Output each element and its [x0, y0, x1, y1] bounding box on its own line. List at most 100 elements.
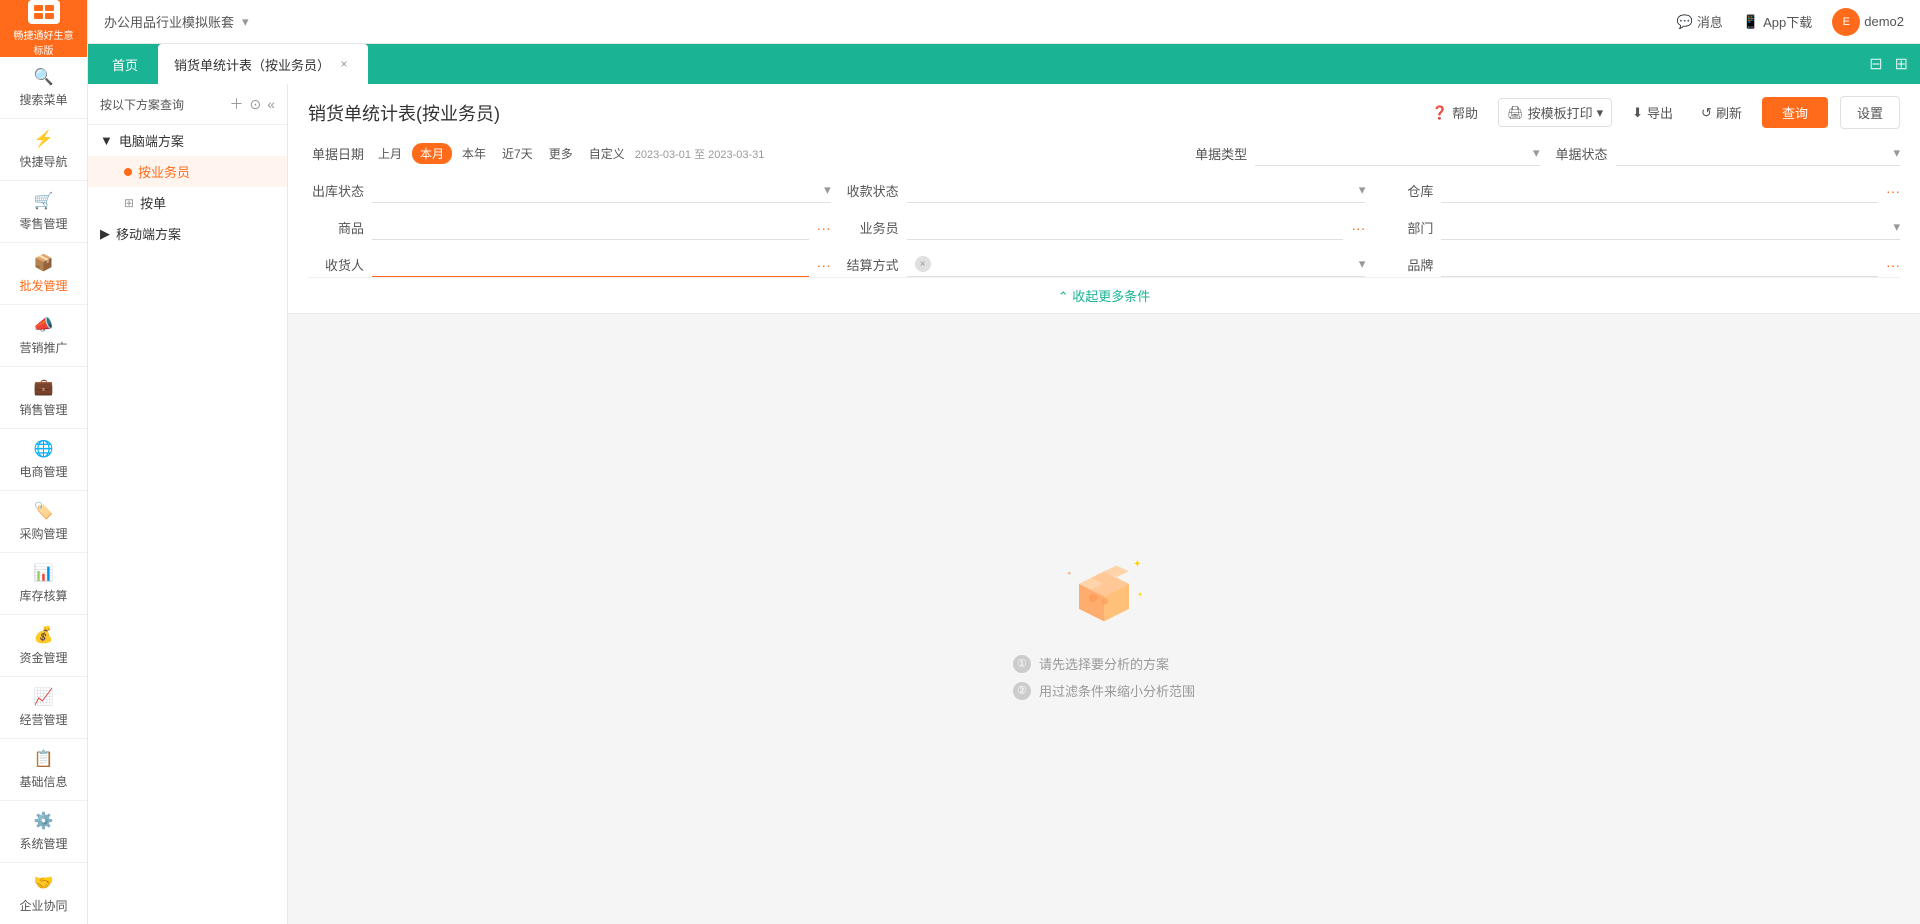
payment-select[interactable]: ▾	[907, 178, 1366, 203]
content-area: 按以下方案查询 ＋ ⊙ « ▼ 电脑端方案 按业务员 ⊞	[88, 84, 1920, 924]
brand-input[interactable]	[1441, 253, 1878, 277]
export-button[interactable]: ⬇ 导出	[1624, 99, 1681, 126]
edit-scheme-button[interactable]: ⊙	[249, 96, 261, 113]
goods-input[interactable]	[372, 216, 809, 240]
collapse-conditions-button[interactable]: ⌃ 收起更多条件	[308, 277, 1900, 313]
avatar: E	[1832, 8, 1860, 36]
filter-brand: 品牌 ···	[1377, 253, 1900, 277]
empty-hints: ① 请先选择要分析的方案 ② 用过滤条件来缩小分析范围	[1013, 654, 1195, 700]
date-tab-more[interactable]: 更多	[543, 143, 579, 164]
query-button[interactable]: 查询	[1762, 97, 1828, 128]
date-tab-custom[interactable]: 自定义	[583, 143, 631, 164]
sidebar-item-ecommerce[interactable]: 🌐 电商管理	[0, 429, 88, 491]
retail-icon: 🛒	[34, 191, 54, 211]
receiver-more-button[interactable]: ···	[817, 257, 831, 273]
sidebar-item-label: 基础信息	[19, 773, 67, 790]
basic-icon: 📋	[34, 749, 54, 769]
filter-row-2: 出库状态 ▾ 收款状态 ▾	[308, 178, 1900, 203]
app-download-label: App下载	[1763, 12, 1812, 31]
date-tab-thisyear[interactable]: 本年	[456, 143, 492, 164]
doctype-select[interactable]: ▾	[1255, 141, 1539, 166]
dept-dropdown-icon: ▾	[1893, 219, 1900, 235]
sidebar-item-enterprise[interactable]: 🤝 企业协同	[0, 863, 88, 924]
filter-receiver: 收货人 ···	[308, 253, 831, 277]
message-button[interactable]: 💬 消息	[1677, 12, 1723, 31]
settlement-select[interactable]: × ▾	[907, 252, 1366, 277]
settings-button[interactable]: 设置	[1840, 96, 1900, 129]
tree-child-salesperson[interactable]: 按业务员	[88, 156, 287, 187]
goods-more-button[interactable]: ···	[817, 220, 831, 236]
dept-select[interactable]: ▾	[1441, 215, 1900, 240]
date-tab-last7[interactable]: 近7天	[496, 143, 539, 164]
sidebar-item-basic[interactable]: 📋 基础信息	[0, 739, 88, 801]
tab-home[interactable]: 首页	[96, 44, 154, 84]
filter-row-4: 收货人 ··· 结算方式 × ▾	[308, 252, 1900, 277]
left-panel-title: 按以下方案查询	[100, 96, 184, 113]
sidebar-item-label: 系统管理	[19, 835, 67, 852]
sidebar-item-operations[interactable]: 📈 经营管理	[0, 677, 88, 739]
tree-node-mobile[interactable]: ▶ 移动端方案	[88, 218, 287, 249]
svg-text:✦: ✦	[1137, 590, 1143, 598]
sidebar-item-sales[interactable]: 💼 销售管理	[0, 367, 88, 429]
docstatus-dropdown-icon: ▾	[1893, 145, 1900, 161]
sidebar-item-system[interactable]: ⚙️ 系统管理	[0, 801, 88, 863]
payment-label: 收款状态	[843, 181, 899, 200]
sidebar-item-search[interactable]: 🔍 搜索菜单	[0, 57, 88, 119]
sidebar-item-label: 采购管理	[19, 525, 67, 542]
warehouse-more-button[interactable]: ···	[1886, 183, 1900, 199]
topbar-title: 办公用品行业模拟账套	[104, 12, 234, 31]
receiver-input[interactable]	[372, 253, 809, 277]
tree-child-order-label: 按单	[140, 193, 166, 212]
message-label: 消息	[1697, 12, 1723, 31]
refresh-label: 刷新	[1716, 103, 1742, 122]
page-actions: ❓ 帮助 🖨 按模板打印 ▾ ⬇ 导出 ↺	[1424, 96, 1900, 129]
sidebar-item-wholesale[interactable]: 📦 批发管理	[0, 243, 88, 305]
sidebar-item-inventory[interactable]: 📊 库存核算	[0, 553, 88, 615]
settlement-clear-button[interactable]: ×	[915, 256, 931, 272]
docstatus-select[interactable]: ▾	[1616, 141, 1900, 166]
salesperson-more-button[interactable]: ···	[1351, 220, 1365, 236]
empty-box-illustration: ✦ ✦ ✦	[1054, 538, 1154, 638]
date-tab-lastmonth[interactable]: 上月	[372, 143, 408, 164]
sidebar-item-retail[interactable]: 🛒 零售管理	[0, 181, 88, 243]
sidebar: 畅捷通好生意 标版 🔍 搜索菜单 ⚡ 快捷导航 🛒 零售管理 📦 批发管理 📣 …	[0, 0, 88, 924]
brand-more-button[interactable]: ···	[1886, 257, 1900, 273]
ecommerce-icon: 🌐	[34, 439, 54, 459]
empty-state: ✦ ✦ ✦ ① 请先选择要分析的方案 ② 用过滤条件来	[288, 314, 1920, 924]
collapse-panel-button[interactable]: «	[267, 96, 275, 112]
sidebar-item-label: 批发管理	[19, 277, 67, 294]
topbar-dropdown-icon[interactable]: ▾	[242, 14, 249, 30]
filter-doctype: 单据类型 ▾	[1191, 141, 1539, 166]
svg-text:✦: ✦	[1067, 570, 1073, 578]
date-label: 单据日期	[308, 144, 364, 163]
order-icon: ⊞	[124, 196, 134, 210]
tab-maximize-button[interactable]: ⊞	[1891, 50, 1912, 78]
hint-text-1: 请先选择要分析的方案	[1039, 654, 1169, 673]
tree-node-pc[interactable]: ▼ 电脑端方案	[88, 125, 287, 156]
help-button[interactable]: ❓ 帮助	[1424, 99, 1486, 126]
app-download-button[interactable]: 📱 App下载	[1743, 12, 1812, 31]
tab-restore-button[interactable]: ⊟	[1865, 50, 1886, 78]
tree-child-order[interactable]: ⊞ 按单	[88, 187, 287, 218]
salesperson-input[interactable]	[907, 216, 1344, 240]
date-tab-thismonth[interactable]: 本月	[412, 143, 452, 164]
main-area: 办公用品行业模拟账套 ▾ 💬 消息 📱 App下载 E demo2 首页	[88, 0, 1920, 924]
empty-icon: ✦ ✦ ✦	[1054, 538, 1154, 638]
tree-node-mobile-label: 移动端方案	[116, 224, 181, 243]
user-profile-button[interactable]: E demo2	[1832, 8, 1904, 36]
tab-close-button[interactable]: ×	[336, 56, 352, 72]
sidebar-item-finance[interactable]: 💰 资金管理	[0, 615, 88, 677]
refresh-button[interactable]: ↺ 刷新	[1693, 99, 1750, 126]
app-logo: 畅捷通好生意 标版	[0, 0, 88, 57]
warehouse-input[interactable]	[1441, 179, 1878, 203]
add-scheme-button[interactable]: ＋	[229, 94, 243, 114]
tab-report-label: 销货单统计表（按业务员）	[174, 55, 330, 74]
tab-report[interactable]: 销货单统计表（按业务员） ×	[158, 44, 368, 84]
doctype-dropdown-icon: ▾	[1533, 145, 1540, 161]
sidebar-item-shortcut[interactable]: ⚡ 快捷导航	[0, 119, 88, 181]
sidebar-item-purchase[interactable]: 🏷️ 采购管理	[0, 491, 88, 553]
payment-dropdown-icon: ▾	[1359, 182, 1366, 198]
outbound-select[interactable]: ▾	[372, 178, 831, 203]
print-button[interactable]: 🖨 按模板打印 ▾	[1498, 98, 1612, 127]
sidebar-item-marketing[interactable]: 📣 营销推广	[0, 305, 88, 367]
